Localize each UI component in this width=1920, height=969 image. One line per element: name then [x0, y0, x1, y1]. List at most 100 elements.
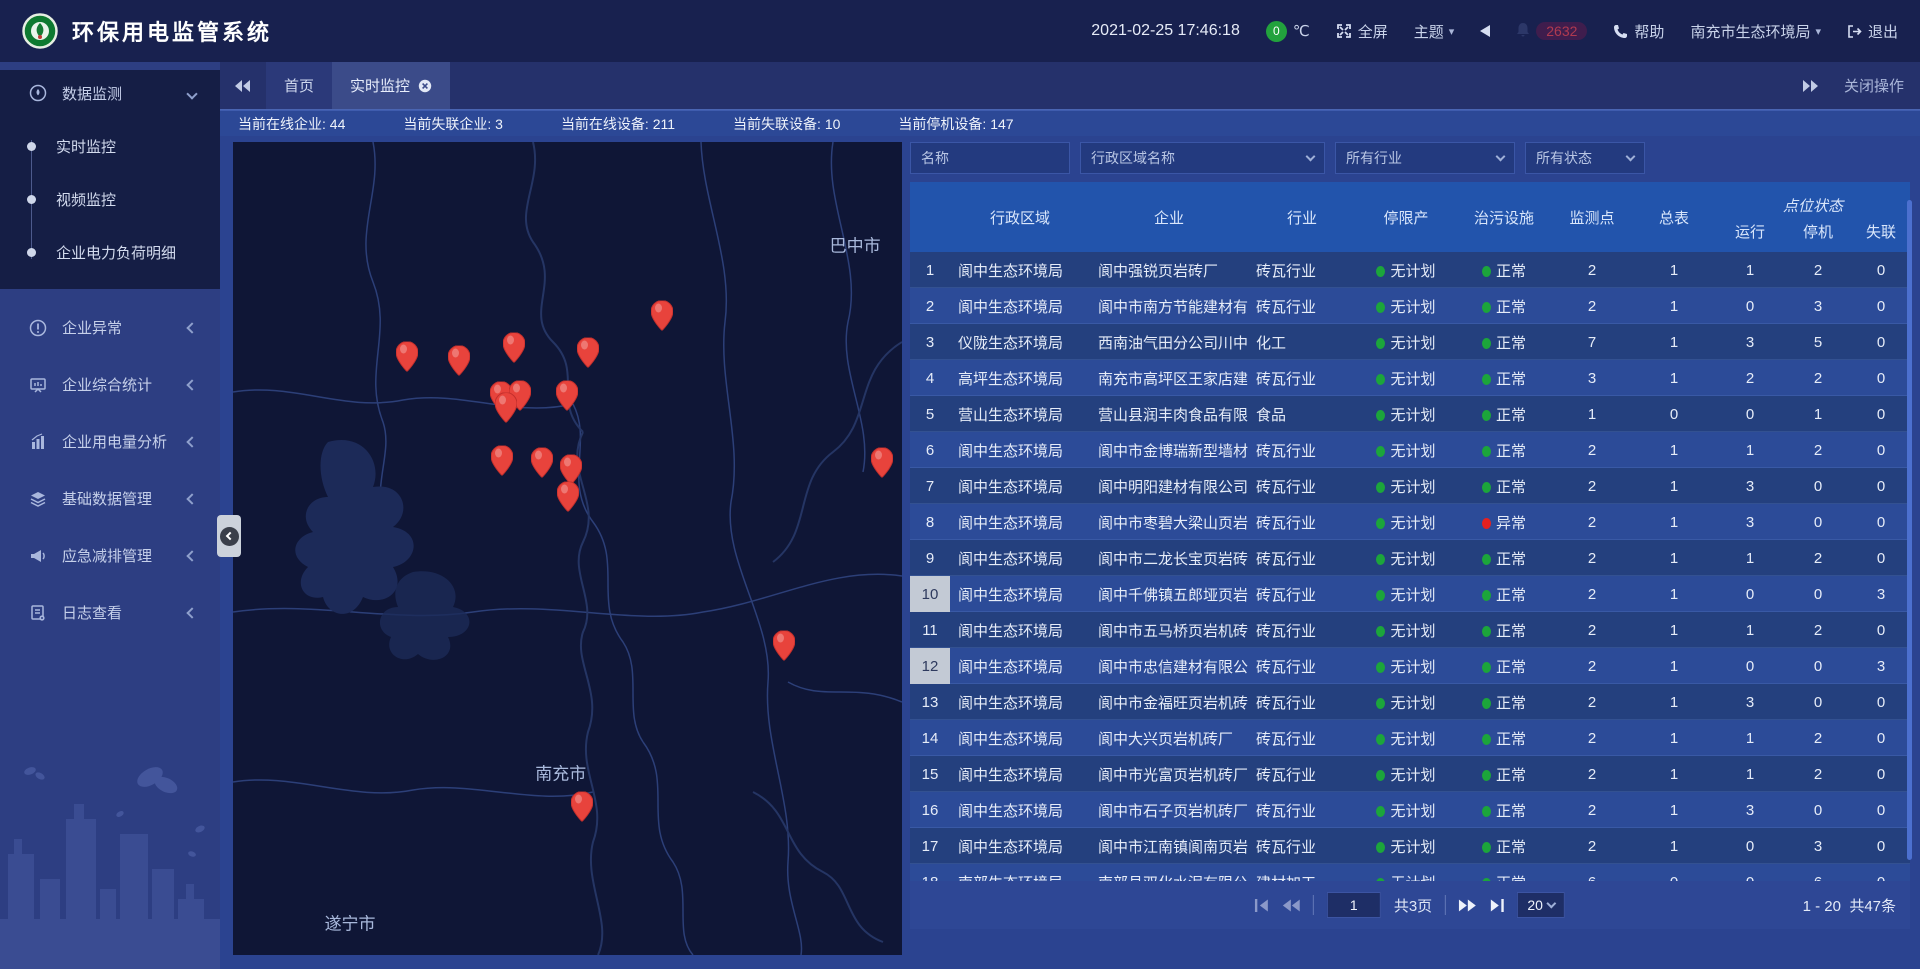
tab-home[interactable]: 首页	[266, 62, 332, 109]
chevron-down-icon	[1496, 152, 1506, 162]
page-number-input[interactable]	[1327, 892, 1381, 918]
table-row[interactable]: 4高坪生态环境局南充市高坪区王家店建砖瓦行业无计划正常31220	[910, 360, 1910, 396]
page-size-select[interactable]: 20	[1517, 892, 1565, 918]
column-header-facility: 治污设施	[1456, 207, 1552, 228]
table-row[interactable]: 7阆中生态环境局阆中明阳建材有限公司砖瓦行业无计划正常21300	[910, 468, 1910, 504]
table-row[interactable]: 18南部生态环境局南部县双化水泥有限公建材加工无计划正常60060	[910, 864, 1910, 881]
table-row[interactable]: 13阆中生态环境局阆中市金福旺页岩机砖砖瓦行业无计划正常21300	[910, 684, 1910, 720]
tabs-scroll-right-button[interactable]	[1802, 80, 1818, 92]
row-number: 12	[910, 648, 950, 684]
cell-industry: 砖瓦行业	[1248, 836, 1356, 857]
cell-limit: 无计划	[1356, 620, 1456, 641]
notification-badge: 2632	[1536, 22, 1587, 40]
map-view[interactable]: 巴中市 南充市 遂宁市	[233, 142, 902, 955]
map-pin[interactable]	[651, 300, 673, 330]
map-city-label: 南充市	[535, 760, 586, 785]
logout-button[interactable]: 退出	[1847, 21, 1898, 42]
cell-industry: 砖瓦行业	[1248, 368, 1356, 389]
table-row[interactable]: 17阆中生态环境局阆中市江南镇阆南页岩砖瓦行业无计划正常21030	[910, 828, 1910, 864]
sidebar-collapse-button[interactable]	[217, 515, 241, 557]
temperature-indicator: 0 ℃	[1266, 21, 1310, 42]
cell-limit: 无计划	[1356, 476, 1456, 497]
map-pin[interactable]	[495, 392, 517, 422]
cell-running: 1	[1716, 262, 1784, 279]
map-pin[interactable]	[571, 791, 593, 821]
sidebar-item-power-analysis[interactable]: 企业用电量分析	[0, 413, 220, 470]
cell-company: 阆中强锐页岩砖厂	[1090, 260, 1248, 281]
help-button[interactable]: 帮助	[1613, 21, 1664, 42]
map-pin[interactable]	[557, 482, 579, 512]
map-city-label: 遂宁市	[325, 910, 376, 935]
status-dot-icon	[1482, 338, 1491, 349]
theme-dropdown[interactable]: 主题▾	[1414, 21, 1455, 42]
tab-realtime-monitor[interactable]: 实时监控	[332, 62, 450, 109]
column-header-running: 运行	[1716, 221, 1784, 250]
table-row[interactable]: 1阆中生态环境局阆中强锐页岩砖厂砖瓦行业无计划正常21120	[910, 252, 1910, 288]
cell-company: 阆中市江南镇阆南页岩	[1090, 836, 1248, 857]
prev-page-icon[interactable]	[1282, 899, 1300, 912]
sidebar-item-enterprise-stats[interactable]: 企业综合统计	[0, 356, 220, 413]
table-row[interactable]: 5营山生态环境局营山县润丰肉食品有限食品无计划正常10010	[910, 396, 1910, 432]
table-scrollbar[interactable]	[1907, 200, 1912, 860]
fullscreen-button[interactable]: 全屏	[1336, 21, 1388, 42]
org-dropdown[interactable]: 南充市生态环境局▾	[1690, 21, 1821, 42]
map-pin[interactable]	[556, 381, 578, 411]
sidebar-item-emergency-reduction[interactable]: 应急减排管理	[0, 527, 220, 584]
status-filter-select[interactable]: 所有状态	[1525, 142, 1645, 174]
volume-icon	[1480, 25, 1490, 37]
bullet-dot-icon	[27, 248, 36, 257]
sidebar-item-power-load-detail[interactable]: 企业电力负荷明细	[0, 226, 220, 279]
table-row[interactable]: 12阆中生态环境局阆中市忠信建材有限公砖瓦行业无计划正常21003	[910, 648, 1910, 684]
row-number: 5	[910, 396, 950, 432]
table-row[interactable]: 11阆中生态环境局阆中市五马桥页岩机砖砖瓦行业无计划正常21120	[910, 612, 1910, 648]
table-row[interactable]: 10阆中生态环境局阆中千佛镇五郎垭页岩砖瓦行业无计划正常21003	[910, 576, 1910, 612]
pagination-range-label: 1 - 20 共47条	[1803, 895, 1910, 916]
close-icon[interactable]	[418, 79, 432, 93]
industry-filter-select[interactable]: 所有行业	[1335, 142, 1515, 174]
cell-running: 3	[1716, 802, 1784, 819]
table-row[interactable]: 14阆中生态环境局阆中大兴页岩机砖厂砖瓦行业无计划正常21120	[910, 720, 1910, 756]
map-pin[interactable]	[773, 630, 795, 660]
sidebar-item-base-data[interactable]: 基础数据管理	[0, 470, 220, 527]
name-filter-input[interactable]	[921, 150, 1059, 166]
sidebar-item-enterprise-abnormal[interactable]: 企业异常	[0, 299, 220, 356]
column-header-limit: 停限产	[1356, 207, 1456, 228]
notification-button[interactable]: 2632	[1516, 22, 1587, 41]
sidebar-item-log-view[interactable]: 日志查看	[0, 584, 220, 641]
first-page-icon[interactable]	[1255, 899, 1269, 912]
bell-icon	[1516, 22, 1530, 41]
tabs-scroll-left-button[interactable]	[220, 62, 266, 109]
table-row[interactable]: 9阆中生态环境局阆中市二龙长宝页岩砖砖瓦行业无计划正常21120	[910, 540, 1910, 576]
map-pin[interactable]	[871, 447, 893, 477]
name-filter-field[interactable]	[910, 142, 1070, 174]
map-pin[interactable]	[448, 346, 470, 376]
sidebar-item-video-monitor[interactable]: 视频监控	[0, 173, 220, 226]
region-filter-select[interactable]: 行政区域名称	[1080, 142, 1325, 174]
table-row[interactable]: 16阆中生态环境局阆中市石子页岩机砖厂砖瓦行业无计划正常21300	[910, 792, 1910, 828]
next-page-icon[interactable]	[1459, 899, 1477, 912]
map-pin[interactable]	[560, 455, 582, 485]
table-row[interactable]: 15阆中生态环境局阆中市光富页岩机砖厂砖瓦行业无计划正常21120	[910, 756, 1910, 792]
sidebar-item-realtime-monitor[interactable]: 实时监控	[0, 120, 220, 173]
map-pin[interactable]	[577, 338, 599, 368]
sidebar-item-data-monitoring[interactable]: 数据监测	[0, 70, 220, 116]
cell-stopped: 0	[1784, 514, 1852, 531]
table-row[interactable]: 8阆中生态环境局阆中市枣碧大梁山页岩砖瓦行业无计划异常21300	[910, 504, 1910, 540]
row-number: 16	[910, 792, 950, 828]
volume-button[interactable]	[1480, 25, 1490, 37]
cell-industry: 砖瓦行业	[1248, 476, 1356, 497]
status-dot-icon	[1482, 302, 1491, 313]
status-dot-icon	[1376, 518, 1385, 529]
table-row[interactable]: 3仪陇生态环境局西南油气田分公司川中化工无计划正常71350	[910, 324, 1910, 360]
last-page-icon[interactable]	[1490, 899, 1504, 912]
map-pin[interactable]	[503, 333, 525, 363]
table-row[interactable]: 6阆中生态环境局阆中市金博瑞新型墙材砖瓦行业无计划正常21120	[910, 432, 1910, 468]
map-pin[interactable]	[531, 447, 553, 477]
cell-points: 2	[1552, 622, 1632, 639]
map-pin[interactable]	[396, 342, 418, 372]
close-operations-button[interactable]: 关闭操作	[1844, 75, 1904, 96]
map-pin[interactable]	[491, 446, 513, 476]
cell-running: 0	[1716, 838, 1784, 855]
cell-stopped: 0	[1784, 802, 1852, 819]
table-row[interactable]: 2阆中生态环境局阆中市南方节能建材有砖瓦行业无计划正常21030	[910, 288, 1910, 324]
